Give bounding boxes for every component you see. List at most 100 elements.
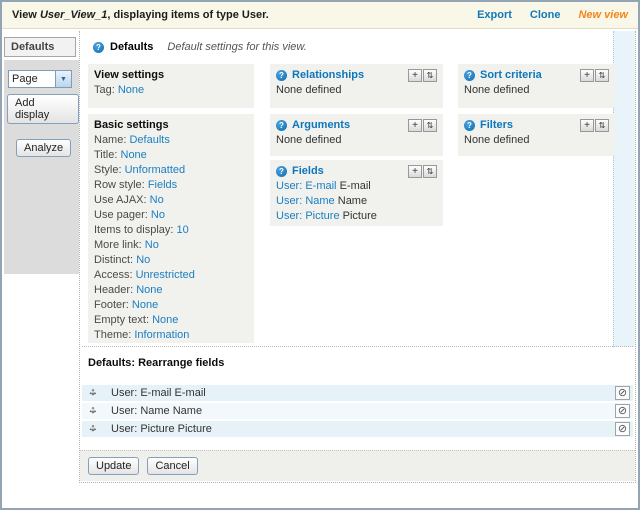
- field-link[interactable]: User: Picture: [276, 210, 340, 222]
- setting-value-link[interactable]: Defaults: [129, 134, 169, 146]
- display-description: Default settings for this view.: [167, 41, 307, 53]
- row-label: User: Picture Picture: [111, 423, 212, 435]
- field-link[interactable]: User: E-mail: [276, 180, 337, 192]
- table-row: ↔ ↕ User: Name Name ⊘: [82, 403, 633, 419]
- views-edit-page: View User_View_1, displaying items of ty…: [0, 0, 640, 510]
- field-item: User: Picture Picture: [276, 209, 437, 224]
- rearrange-icon[interactable]: ⇅: [423, 165, 437, 178]
- header-links: Export Clone New view: [477, 9, 628, 21]
- setting-value-link[interactable]: No: [150, 194, 164, 206]
- setting-value-link[interactable]: 10: [177, 224, 189, 236]
- help-icon[interactable]: ?: [93, 41, 104, 53]
- export-link[interactable]: Export: [477, 9, 512, 21]
- table-row: ↔ ↕ User: Picture Picture ⊘: [82, 421, 633, 437]
- field-item: User: Name Name: [276, 194, 437, 209]
- display-overview-header: ? Defaults Default settings for this vie…: [93, 41, 307, 53]
- setting-value-link[interactable]: No: [136, 254, 150, 266]
- setting-value-link[interactable]: None: [136, 284, 162, 296]
- sort-criteria-empty-text: None defined: [464, 84, 530, 96]
- setting-value-link[interactable]: Fields: [148, 179, 177, 191]
- section-divider: [82, 346, 633, 347]
- arguments-actions: + ⇅: [408, 119, 437, 132]
- field-label: E-mail: [336, 180, 371, 192]
- arguments-empty-text: None defined: [276, 134, 342, 146]
- field-item: User: E-mail E-mail: [276, 179, 437, 194]
- setting-value-link[interactable]: None: [152, 314, 178, 326]
- display-type-select[interactable]: Page ▼: [8, 70, 72, 88]
- setting-row: Empty text: None: [94, 313, 248, 328]
- setting-row: Row style: Fields: [94, 178, 248, 193]
- fields-actions: + ⇅: [408, 165, 437, 178]
- setting-value-link[interactable]: None: [121, 149, 147, 161]
- display-controls-panel: Page ▼ Add display Analyze: [4, 60, 79, 274]
- drag-handle-icon[interactable]: ↔ ↕: [87, 422, 99, 436]
- add-icon[interactable]: +: [580, 119, 594, 132]
- filters-header: ? Filters + ⇅: [464, 118, 609, 133]
- field-label: Name: [334, 195, 368, 207]
- setting-value-link[interactable]: None: [132, 299, 158, 311]
- add-icon[interactable]: +: [408, 69, 422, 82]
- sort-criteria-header: ? Sort criteria + ⇅: [464, 68, 609, 83]
- rearrange-icon[interactable]: ⇅: [595, 69, 609, 82]
- new-view-link[interactable]: New view: [578, 9, 628, 21]
- rearrange-icon[interactable]: ⇅: [423, 119, 437, 132]
- help-icon[interactable]: ?: [464, 120, 475, 131]
- sort-criteria-link[interactable]: Sort criteria: [480, 68, 542, 83]
- form-actions-bar: Update Cancel: [80, 450, 635, 481]
- add-icon[interactable]: +: [408, 119, 422, 132]
- help-icon[interactable]: ?: [276, 166, 287, 177]
- rearrange-icon[interactable]: ⇅: [595, 119, 609, 132]
- filters-actions: + ⇅: [580, 119, 609, 132]
- remove-icon[interactable]: ⊘: [615, 404, 630, 418]
- arguments-box: ? Arguments + ⇅ None defined: [270, 114, 443, 156]
- drag-handle-icon[interactable]: ↔ ↕: [87, 404, 99, 418]
- relationships-box: ? Relationships + ⇅ None defined: [270, 64, 443, 108]
- tab-defaults[interactable]: Defaults: [4, 37, 76, 57]
- fields-header: ? Fields + ⇅: [276, 164, 437, 179]
- filters-link[interactable]: Filters: [480, 118, 513, 133]
- fields-link[interactable]: Fields: [292, 164, 324, 179]
- setting-value-link[interactable]: No: [145, 239, 159, 251]
- remove-icon[interactable]: ⊘: [615, 386, 630, 400]
- update-button[interactable]: Update: [88, 457, 140, 475]
- drag-handle-icon[interactable]: ↔ ↕: [87, 386, 99, 400]
- setting-row: More link: No: [94, 238, 248, 253]
- setting-label: Tag:: [94, 84, 115, 96]
- table-row: ↔ ↕ User: E-mail E-mail ⊘: [82, 385, 633, 401]
- analyze-button[interactable]: Analyze: [16, 139, 72, 157]
- setting-label: Access:: [94, 269, 133, 281]
- view-settings-title: View settings: [94, 69, 165, 81]
- setting-row: Use pager: No: [94, 208, 248, 223]
- help-icon[interactable]: ?: [276, 120, 287, 131]
- setting-label: Empty text:: [94, 314, 150, 326]
- setting-row: Tag: None: [94, 83, 248, 98]
- clone-link[interactable]: Clone: [530, 9, 561, 21]
- add-display-button[interactable]: Add display: [7, 94, 79, 124]
- help-icon[interactable]: ?: [276, 70, 287, 81]
- setting-value-link[interactable]: Information: [134, 329, 189, 341]
- arguments-header: ? Arguments + ⇅: [276, 118, 437, 133]
- rearrange-table: ↔ ↕ User: E-mail E-mail ⊘ ↔ ↕ User: Name N…: [82, 385, 633, 439]
- view-header-bar: View User_View_1, displaying items of ty…: [2, 2, 638, 29]
- setting-label: More link:: [94, 239, 142, 251]
- setting-label: Style:: [94, 164, 122, 176]
- field-link[interactable]: User: Name: [276, 195, 335, 207]
- arguments-link[interactable]: Arguments: [292, 118, 350, 133]
- filters-box: ? Filters + ⇅ None defined: [458, 114, 615, 156]
- add-icon[interactable]: +: [580, 69, 594, 82]
- help-icon[interactable]: ?: [464, 70, 475, 81]
- cancel-button[interactable]: Cancel: [147, 457, 198, 475]
- rearrange-icon[interactable]: ⇅: [423, 69, 437, 82]
- field-label: Picture: [339, 210, 377, 222]
- title-suffix: , displaying items of type User.: [107, 9, 269, 21]
- display-type-select-value: Page: [12, 73, 38, 85]
- relationships-actions: + ⇅: [408, 69, 437, 82]
- setting-value-link[interactable]: No: [151, 209, 165, 221]
- setting-value-link[interactable]: None: [118, 84, 144, 96]
- fields-box: ? Fields + ⇅ User: E-mail E-mail User: N…: [270, 160, 443, 226]
- remove-icon[interactable]: ⊘: [615, 422, 630, 436]
- setting-value-link[interactable]: Unformatted: [125, 164, 186, 176]
- setting-value-link[interactable]: Unrestricted: [136, 269, 195, 281]
- add-icon[interactable]: +: [408, 165, 422, 178]
- relationships-link[interactable]: Relationships: [292, 68, 364, 83]
